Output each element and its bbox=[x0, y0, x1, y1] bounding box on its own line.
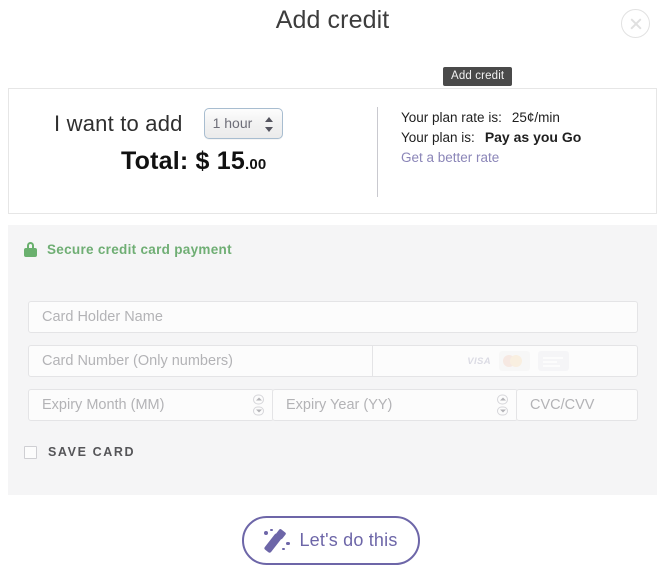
card-holder-placeholder: Card Holder Name bbox=[42, 309, 163, 325]
want-to-add-row: I want to add 1 hour bbox=[54, 108, 283, 139]
save-card-row[interactable]: SAVE CARD bbox=[24, 445, 135, 459]
expiry-year-stepper[interactable] bbox=[497, 394, 508, 416]
cvc-input[interactable]: CVC/CVV bbox=[516, 389, 638, 421]
page-title: Add credit bbox=[275, 6, 390, 34]
plan-name-row: Your plan is: Pay as you Go bbox=[401, 128, 581, 148]
expiry-month-stepper[interactable] bbox=[253, 394, 264, 416]
add-credit-dialog: Add credit Add credit I want to add 1 ho… bbox=[0, 0, 665, 574]
panel-divider bbox=[377, 107, 378, 197]
chevron-updown-icon bbox=[264, 115, 274, 134]
mastercard-icon bbox=[499, 351, 530, 371]
expiry-month-placeholder: Expiry Month (MM) bbox=[42, 397, 165, 413]
magic-wand-icon bbox=[264, 528, 290, 553]
plan-rate-value: 25¢/min bbox=[511, 110, 560, 125]
card-brand-icons: VISA bbox=[467, 351, 569, 371]
secure-payment-text: Secure credit card payment bbox=[47, 242, 232, 257]
want-to-add-label: I want to add bbox=[54, 110, 183, 136]
expiry-month-input[interactable]: Expiry Month (MM) bbox=[28, 389, 274, 421]
dialog-header: Add credit bbox=[0, 0, 665, 58]
expiry-year-placeholder: Expiry Year (YY) bbox=[286, 397, 393, 413]
plan-name-value: Pay as you Go bbox=[484, 128, 582, 145]
card-number-input[interactable]: Card Number (Only numbers) bbox=[28, 345, 373, 377]
total-amount-cents: .00 bbox=[245, 156, 267, 173]
duration-select-value: 1 hour bbox=[212, 115, 253, 131]
amex-icon bbox=[538, 351, 569, 371]
visa-icon: VISA bbox=[467, 355, 491, 367]
credit-amount-panel: I want to add 1 hour Total: $ 15.00 Your… bbox=[8, 88, 657, 214]
card-holder-input[interactable]: Card Holder Name bbox=[28, 301, 638, 333]
close-icon[interactable] bbox=[621, 9, 650, 38]
plan-rate-row: Your plan rate is: 25¢/min bbox=[401, 108, 581, 128]
get-better-rate-link[interactable]: Get a better rate bbox=[401, 148, 499, 168]
payment-section: Secure credit card payment Card Holder N… bbox=[8, 225, 657, 495]
plan-rate-label: Your plan rate is: bbox=[401, 110, 502, 125]
secure-payment-heading: Secure credit card payment bbox=[24, 242, 232, 257]
expiry-year-input[interactable]: Expiry Year (YY) bbox=[272, 389, 518, 421]
plan-info: Your plan rate is: 25¢/min Your plan is: P… bbox=[401, 108, 581, 168]
total-amount: Total: $ 15.00 bbox=[121, 147, 266, 176]
submit-button-label: Let's do this bbox=[299, 530, 398, 550]
card-brand-display: VISA bbox=[372, 345, 638, 377]
lock-icon bbox=[24, 242, 37, 257]
tooltip-add-credit: Add credit bbox=[443, 67, 513, 86]
submit-button[interactable]: Let's do this bbox=[242, 516, 420, 565]
save-card-checkbox[interactable] bbox=[24, 445, 37, 459]
card-number-placeholder: Card Number (Only numbers) bbox=[42, 353, 233, 369]
duration-select[interactable]: 1 hour bbox=[203, 108, 283, 139]
plan-name-label: Your plan is: bbox=[401, 129, 475, 145]
cvc-placeholder: CVC/CVV bbox=[530, 397, 595, 413]
save-card-label: SAVE CARD bbox=[48, 445, 136, 459]
total-amount-main: Total: $ 15 bbox=[121, 147, 245, 175]
